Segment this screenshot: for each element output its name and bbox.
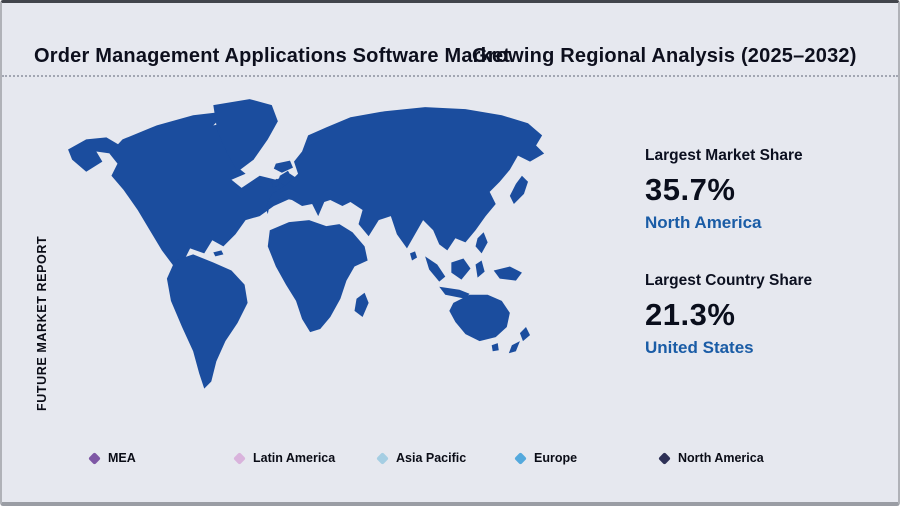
legend-label: Latin America [253,451,336,465]
stat-value: 35.7% [645,172,736,207]
dotted-separator [2,75,898,77]
legend-label: Europe [534,451,578,465]
legend-marker-icon [88,451,101,465]
world-map [60,89,645,439]
stats-panel: Largest Market Share 35.7% North America… [645,147,885,397]
landmass-madagascar [354,292,369,317]
landmass-sri-lanka [409,251,418,261]
landmass-south-america [166,254,248,389]
legend-item-mea: MEA [88,451,136,465]
legend-label: MEA [108,451,136,465]
legend-marker-icon [514,451,527,465]
landmass-tasmania [491,343,499,352]
landmass-sumatra [425,256,446,282]
landmass-java [439,286,470,299]
stat-region: North America [645,213,762,232]
landmass-africa [267,220,368,333]
legend-item-latin-america: Latin America [233,451,336,465]
landmass-cuba [213,250,224,257]
stat-label: Largest Country Share [645,272,813,289]
landmass-australia [449,294,510,342]
watermark-future-market-report: FUTURE MARKET REPORT [35,235,49,411]
stat-largest-country-share: Largest Country Share 21.3% United State… [645,272,885,358]
legend-marker-icon [376,451,389,465]
legend-item-asia-pacific: Asia Pacific [376,451,467,465]
stat-region: United States [645,338,754,357]
landmass-philippines [475,232,488,254]
legend-marker-icon [233,451,246,465]
title-regional-analysis: Growing Regional Analysis (2025–2032) [472,45,857,67]
landmass-new-zealand [508,327,531,354]
report-frame: Order Management Applications Software M… [0,0,900,506]
title-market-name: Order Management Applications Software M… [34,45,511,67]
stat-largest-market-share: Largest Market Share 35.7% North America [645,147,885,233]
landmass-new-guinea [493,266,522,281]
legend-label: North America [678,451,764,465]
stat-value: 21.3% [645,297,736,332]
landmass-japan [509,175,528,204]
landmass-borneo [451,258,471,280]
legend-label: Asia Pacific [396,451,467,465]
landmass-sulawesi [475,260,485,278]
stat-label: Largest Market Share [645,147,803,164]
legend-item-north-america: North America [658,451,764,465]
legend-marker-icon [658,451,671,465]
landmass-iceland [273,160,293,173]
world-map-svg [68,99,545,389]
legend-item-europe: Europe [514,451,578,465]
